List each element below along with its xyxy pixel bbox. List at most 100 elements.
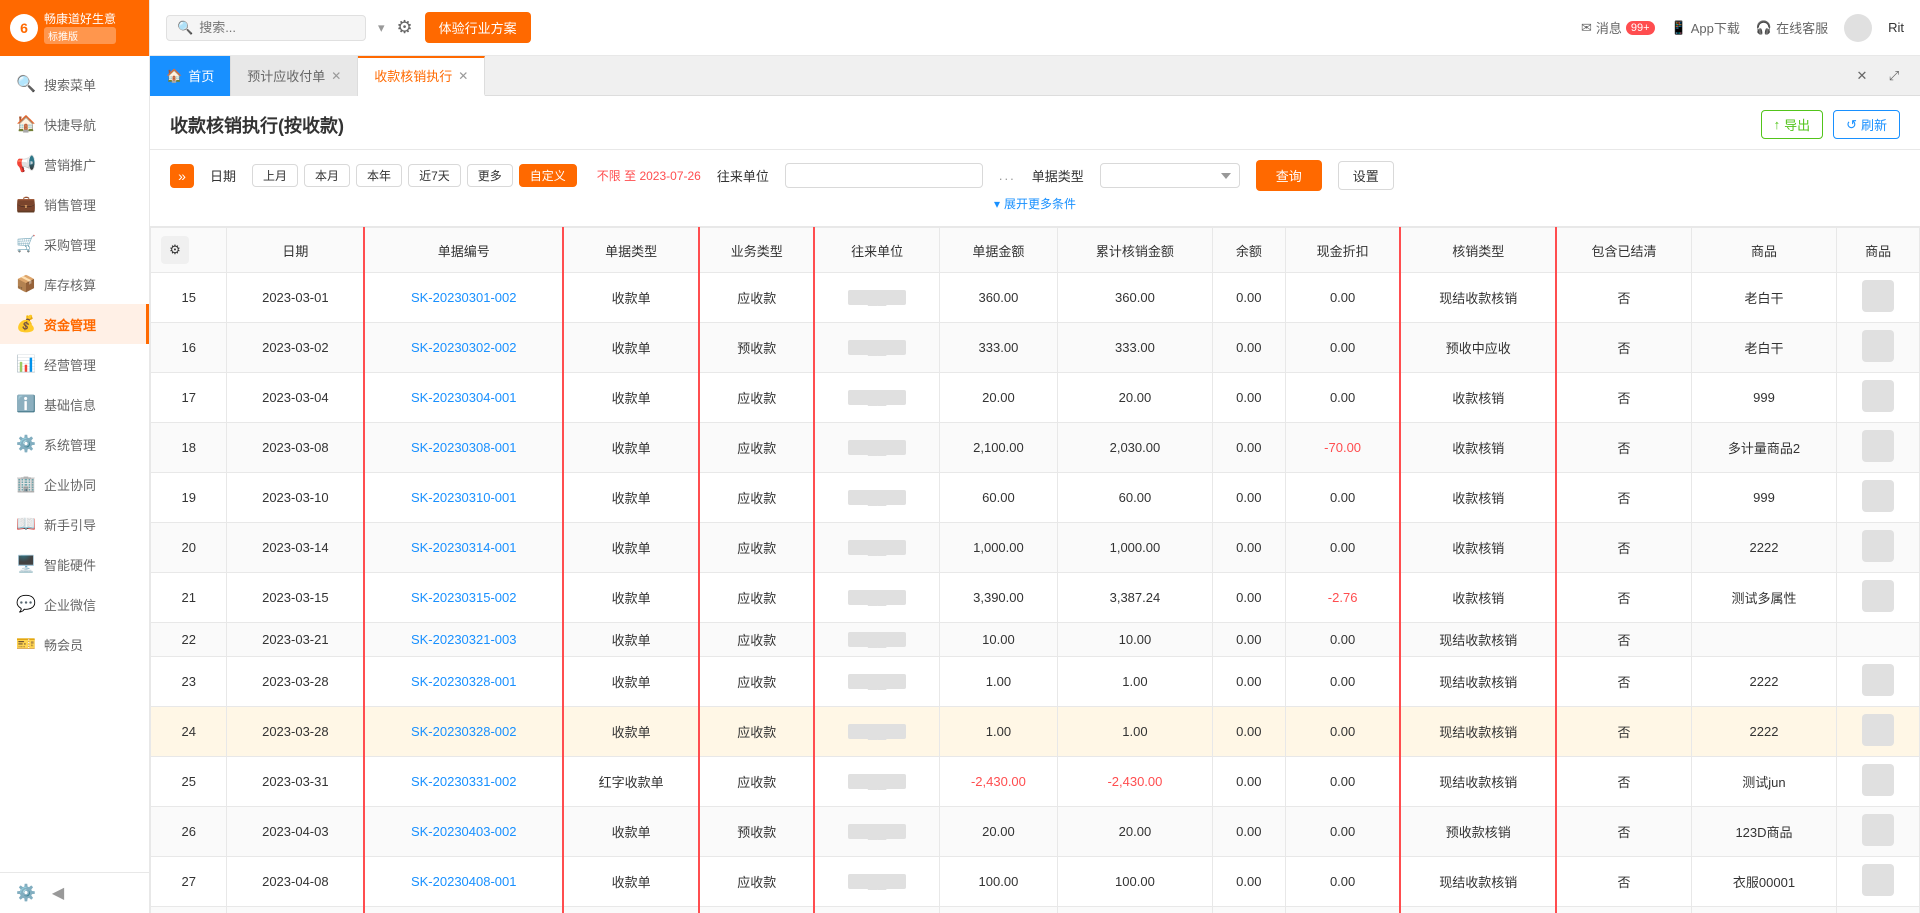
tab-prepay-close-icon[interactable]: ✕ (331, 69, 341, 83)
single-no-link[interactable]: SK-20230408-001 (411, 874, 517, 889)
date-btn-this-year[interactable]: 本年 (356, 164, 402, 187)
date-btn-this-month[interactable]: 本月 (304, 164, 350, 187)
sidebar-item-member[interactable]: 🎫畅会员 (0, 624, 149, 664)
hardware-icon: 🖥️ (16, 554, 36, 574)
cell-cash-discount: 0.00 (1286, 623, 1401, 657)
receipt-type-select[interactable]: 收款单 红字收款单 (1100, 163, 1240, 188)
username[interactable]: Rit (1888, 20, 1904, 35)
table-row[interactable]: 26 2023-04-03 SK-20230403-002 收款单 预收款 ██… (151, 807, 1920, 857)
app-download-action[interactable]: 📱 App下载 (1671, 18, 1740, 37)
message-action[interactable]: ✉ 消息 99+ (1581, 18, 1655, 37)
table-row[interactable]: 23 2023-03-28 SK-20230328-001 收款单 应收款 ██… (151, 657, 1920, 707)
cell-balance: 0.00 (1212, 273, 1285, 323)
topbar-dropdown-icon[interactable]: ▾ (378, 20, 385, 36)
topbar-search-box[interactable]: 🔍 (166, 15, 366, 41)
date-btn-more[interactable]: 更多 (467, 164, 513, 187)
sidebar-collapse-icon[interactable]: ◀ (52, 883, 64, 903)
cell-cumulative: 20.00 (1058, 373, 1212, 423)
sidebar-item-purchase[interactable]: 🛒采购管理 (0, 224, 149, 264)
sidebar-item-search[interactable]: 🔍搜索菜单 (0, 64, 149, 104)
sidebar-item-enterprise[interactable]: 🏢企业协同 (0, 464, 149, 504)
user-avatar[interactable] (1844, 14, 1872, 42)
table-row[interactable]: 20 2023-03-14 SK-20230314-001 收款单 应收款 ██… (151, 523, 1920, 573)
cell-date: 2023-03-10 (227, 473, 364, 523)
table-row[interactable]: 21 2023-03-15 SK-20230315-002 收款单 应收款 ██… (151, 573, 1920, 623)
topbar-gear-icon[interactable]: ⚙ (397, 17, 413, 38)
date-btn-custom[interactable]: 自定义 (519, 164, 577, 187)
cell-single-type: 收款单 (563, 857, 699, 907)
sidebar-item-hardware[interactable]: 🖥️智能硬件 (0, 544, 149, 584)
cell-cash-discount: 0.00 (1286, 657, 1401, 707)
single-no-link[interactable]: SK-20230331-002 (411, 774, 517, 789)
tab-verify-close-icon[interactable]: ✕ (458, 69, 468, 83)
sidebar-item-inventory[interactable]: 📦库存核算 (0, 264, 149, 304)
tabbar-close-btn[interactable]: ✕ (1848, 62, 1876, 90)
table-area: ⚙ 日期 单据编号 单据类型 业务类型 往来单位 单据金额 累计核销金额 余额 … (150, 227, 1920, 913)
refresh-button[interactable]: ↺ 刷新 (1833, 110, 1900, 139)
logo-badge: 标推版 (44, 27, 116, 44)
sidebar-settings-icon[interactable]: ⚙️ (16, 883, 36, 903)
tab-home[interactable]: 🏠 首页 (150, 56, 231, 96)
table-row[interactable]: 27 2023-04-08 SK-20230408-001 收款单 应收款 ██… (151, 857, 1920, 907)
cell-product: 2222 (1691, 657, 1836, 707)
single-no-link[interactable]: SK-20230315-002 (411, 590, 517, 605)
single-no-link[interactable]: SK-20230314-001 (411, 540, 517, 555)
headset-icon: 🎧 (1756, 20, 1772, 36)
export-button[interactable]: ↑ 导出 (1761, 110, 1824, 139)
cell-cumulative: 20.00 (1058, 807, 1212, 857)
col-header-settings[interactable]: ⚙ (151, 228, 227, 273)
cell-product2 (1837, 473, 1920, 523)
table-row[interactable]: 15 2023-03-01 SK-20230301-002 收款单 应收款 ██… (151, 273, 1920, 323)
single-no-link[interactable]: SK-20230302-002 (411, 340, 517, 355)
sidebar-item-guide[interactable]: 📖新手引导 (0, 504, 149, 544)
sidebar-item-basic[interactable]: ℹ️基础信息 (0, 384, 149, 424)
tab-verify[interactable]: 收款核销执行 ✕ (358, 56, 485, 96)
cell-verify-type: 现结收款核销 (1400, 857, 1556, 907)
tab-prepay[interactable]: 预计应收付单 ✕ (231, 56, 358, 96)
table-row[interactable]: 28 2023-04-18 SK-20230418-001 收款单 应收款 ██… (151, 907, 1920, 913)
single-no-link[interactable]: SK-20230328-002 (411, 724, 517, 739)
date-btn-7days[interactable]: 近7天 (408, 164, 461, 187)
sidebar-item-shortcut[interactable]: 🏠快捷导航 (0, 104, 149, 144)
tabbar-expand-btn[interactable]: ⤢ (1880, 62, 1908, 90)
table-header: ⚙ 日期 单据编号 单据类型 业务类型 往来单位 单据金额 累计核销金额 余额 … (151, 228, 1920, 273)
single-no-link[interactable]: SK-20230403-002 (411, 824, 517, 839)
cell-product2 (1837, 323, 1920, 373)
date-btn-last-month[interactable]: 上月 (252, 164, 298, 187)
solution-button[interactable]: 体验行业方案 (425, 12, 531, 43)
single-no-link[interactable]: SK-20230308-001 (411, 440, 517, 455)
table-row[interactable]: 19 2023-03-10 SK-20230310-001 收款单 应收款 ██… (151, 473, 1920, 523)
table-row[interactable]: 17 2023-03-04 SK-20230304-001 收款单 应收款 ██… (151, 373, 1920, 423)
cell-biz-type: 应收款 (699, 573, 814, 623)
single-no-link[interactable]: SK-20230304-001 (411, 390, 517, 405)
cell-biz-type: 应收款 (699, 857, 814, 907)
expand-conditions-btn[interactable]: ▾ 展开更多条件 (994, 195, 1076, 212)
sidebar-item-operations[interactable]: 📊经营管理 (0, 344, 149, 384)
single-no-link[interactable]: SK-20230321-003 (411, 632, 517, 647)
online-service-action[interactable]: 🎧 在线客服 (1756, 18, 1828, 37)
filter-toggle-btn[interactable]: » (170, 164, 194, 188)
search-input[interactable] (199, 20, 339, 35)
single-no-link[interactable]: SK-20230328-001 (411, 674, 517, 689)
sidebar-item-system[interactable]: ⚙️系统管理 (0, 424, 149, 464)
cell-cash-discount: -70.00 (1286, 423, 1401, 473)
table-row[interactable]: 16 2023-03-02 SK-20230302-002 收款单 预收款 ██… (151, 323, 1920, 373)
cell-balance: 0.00 (1212, 657, 1285, 707)
sidebar-item-marketing[interactable]: 📢营销推广 (0, 144, 149, 184)
query-button[interactable]: 查询 (1256, 160, 1322, 191)
sidebar-item-wechat[interactable]: 💬企业微信 (0, 584, 149, 624)
single-no-link[interactable]: SK-20230310-001 (411, 490, 517, 505)
table-row[interactable]: 25 2023-03-31 SK-20230331-002 红字收款单 应收款 … (151, 757, 1920, 807)
cell-balance: 0.00 (1212, 573, 1285, 623)
main-area: 🔍 ▾ ⚙ 体验行业方案 ✉ 消息 99+ 📱 App下载 🎧 在线客服 Rit (150, 0, 1920, 913)
counterpart-input[interactable] (785, 163, 983, 188)
sidebar-item-finance[interactable]: 💰资金管理 (0, 304, 149, 344)
table-row[interactable]: 24 2023-03-28 SK-20230328-002 收款单 应收款 ██… (151, 707, 1920, 757)
cell-balance: 0.00 (1212, 807, 1285, 857)
single-no-link[interactable]: SK-20230301-002 (411, 290, 517, 305)
cell-cash-discount: 0.00 (1286, 857, 1401, 907)
table-row[interactable]: 18 2023-03-08 SK-20230308-001 收款单 应收款 ██… (151, 423, 1920, 473)
sidebar-item-sales[interactable]: 💼销售管理 (0, 184, 149, 224)
table-row[interactable]: 22 2023-03-21 SK-20230321-003 收款单 应收款 ██… (151, 623, 1920, 657)
settings-button[interactable]: 设置 (1338, 161, 1394, 190)
